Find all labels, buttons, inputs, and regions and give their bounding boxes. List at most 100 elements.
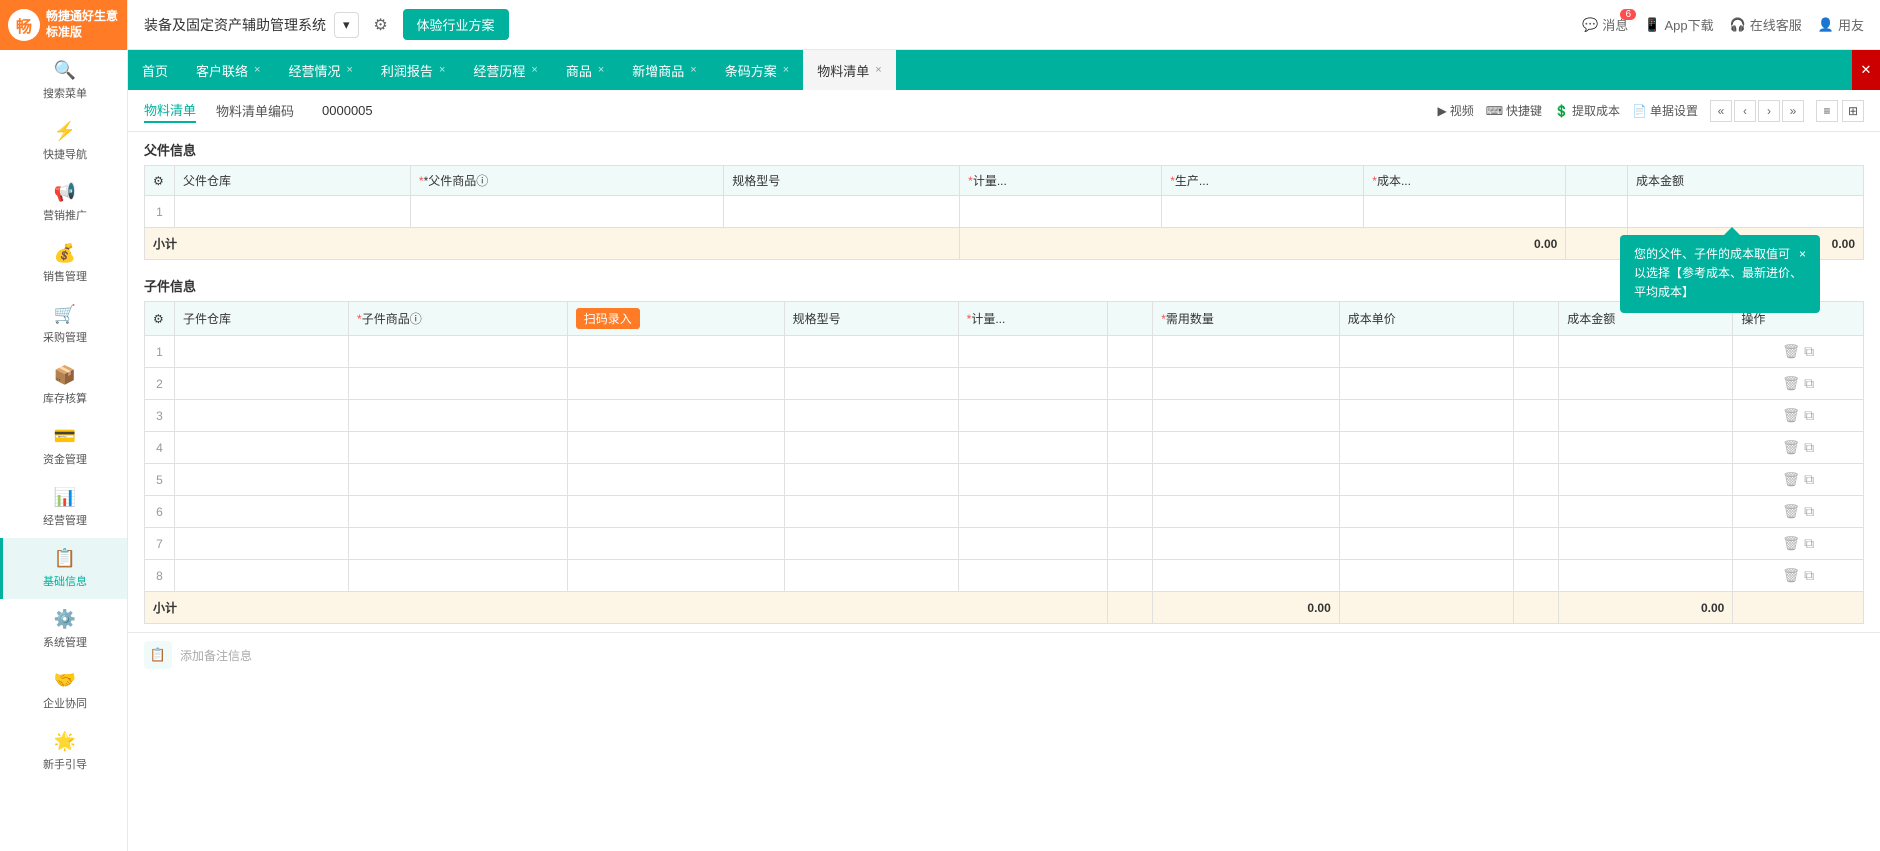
copy-icon-3[interactable]: ⧉ — [1804, 407, 1814, 424]
child-warehouse-7[interactable] — [175, 528, 349, 560]
sidebar-item-basic-info[interactable]: 📋 基础信息 — [0, 538, 127, 599]
parent-spec-1[interactable] — [724, 196, 960, 228]
message-button[interactable]: 💬 消息 6 — [1582, 15, 1628, 34]
child-spec-3[interactable] — [784, 400, 958, 432]
child-qty-unit-3[interactable] — [958, 400, 1107, 432]
user-button[interactable]: 👤 用友 — [1818, 15, 1864, 34]
extract-cost-button[interactable]: 💲 提取成本 — [1554, 102, 1620, 119]
child-spec-5[interactable] — [784, 464, 958, 496]
child-unit-cost-3[interactable] — [1339, 400, 1513, 432]
video-button[interactable]: ▶ 视频 — [1437, 102, 1473, 119]
child-unit-cost-7[interactable] — [1339, 528, 1513, 560]
sidebar-item-inventory[interactable]: 📦 库存核算 — [0, 355, 127, 416]
child-needed-qty-4[interactable] — [1153, 432, 1340, 464]
child-qty-unit-1[interactable] — [958, 336, 1107, 368]
parent-col-gear[interactable]: ⚙ — [145, 166, 175, 196]
child-unit-cost-4[interactable] — [1339, 432, 1513, 464]
tab-barcode[interactable]: 条码方案 × — [711, 50, 803, 90]
tab-products[interactable]: 商品 × — [552, 50, 618, 90]
child-warehouse-6[interactable] — [175, 496, 349, 528]
sidebar-item-operations[interactable]: 📊 经营管理 — [0, 477, 127, 538]
child-spec-7[interactable] — [784, 528, 958, 560]
delete-icon-3[interactable]: 🗑 — [1782, 407, 1800, 424]
child-spec-8[interactable] — [784, 560, 958, 592]
copy-icon-2[interactable]: ⧉ — [1804, 375, 1814, 392]
child-product-7[interactable] — [349, 528, 568, 560]
child-qty-unit-8[interactable] — [958, 560, 1107, 592]
child-warehouse-1[interactable] — [175, 336, 349, 368]
scan-button[interactable]: 扫码录入 — [576, 308, 640, 329]
child-qty-unit-4[interactable] — [958, 432, 1107, 464]
prev-button[interactable]: ‹ — [1734, 100, 1756, 122]
child-needed-qty-8[interactable] — [1153, 560, 1340, 592]
parent-qty-1[interactable] — [960, 196, 1162, 228]
sidebar-item-guide[interactable]: 🌟 新手引导 — [0, 721, 127, 782]
child-unit-cost-5[interactable] — [1339, 464, 1513, 496]
tab-history-close[interactable]: × — [531, 64, 537, 76]
child-qty-unit-7[interactable] — [958, 528, 1107, 560]
tab-new-product[interactable]: 新增商品 × — [618, 50, 710, 90]
child-needed-qty-5[interactable] — [1153, 464, 1340, 496]
tab-operations[interactable]: 经营情况 × — [274, 50, 366, 90]
sub-tab-bom[interactable]: 物料清单 — [144, 98, 196, 123]
delete-icon-4[interactable]: 🗑 — [1782, 439, 1800, 456]
copy-icon-8[interactable]: ⧉ — [1804, 567, 1814, 584]
child-product-2[interactable] — [349, 368, 568, 400]
tab-new-product-close[interactable]: × — [690, 64, 696, 76]
parent-warehouse-1[interactable] — [175, 196, 411, 228]
tab-history[interactable]: 经营历程 × — [459, 50, 551, 90]
sidebar-item-purchase[interactable]: 🛒 采购管理 — [0, 294, 127, 355]
copy-icon-4[interactable]: ⧉ — [1804, 439, 1814, 456]
child-needed-qty-3[interactable] — [1153, 400, 1340, 432]
sidebar-item-finance[interactable]: 💳 资金管理 — [0, 416, 127, 477]
tab-products-close[interactable]: × — [598, 64, 604, 76]
next-button[interactable]: › — [1758, 100, 1780, 122]
child-product-6[interactable] — [349, 496, 568, 528]
child-product-1[interactable] — [349, 336, 568, 368]
child-warehouse-8[interactable] — [175, 560, 349, 592]
bottom-icon-button[interactable]: 📋 — [144, 641, 172, 669]
tab-profit-close[interactable]: × — [439, 64, 445, 76]
parent-cost-1[interactable] — [1364, 196, 1566, 228]
tab-operations-close[interactable]: × — [346, 64, 352, 76]
child-col-scan[interactable]: 扫码录入 — [567, 302, 784, 336]
topbar-settings-icon[interactable]: ⚙ — [367, 11, 395, 39]
sidebar-item-system[interactable]: ⚙️ 系统管理 — [0, 599, 127, 660]
tab-bom[interactable]: 物料清单 × — [803, 50, 895, 90]
tab-close-all[interactable]: ✕ — [1852, 50, 1880, 90]
child-qty-unit-6[interactable] — [958, 496, 1107, 528]
child-unit-cost-2[interactable] — [1339, 368, 1513, 400]
child-warehouse-3[interactable] — [175, 400, 349, 432]
copy-icon-5[interactable]: ⧉ — [1804, 471, 1814, 488]
shortcut-button[interactable]: ⌨ 快捷键 — [1486, 102, 1542, 119]
tab-customer[interactable]: 客户联络 × — [182, 50, 274, 90]
child-col-gear[interactable]: ⚙ — [145, 302, 175, 336]
prev-prev-button[interactable]: « — [1710, 100, 1732, 122]
delete-icon-8[interactable]: 🗑 — [1782, 567, 1800, 584]
child-warehouse-2[interactable] — [175, 368, 349, 400]
delete-icon-1[interactable]: 🗑 — [1782, 343, 1800, 360]
grid-view-button[interactable]: ⊞ — [1842, 100, 1864, 122]
child-spec-2[interactable] — [784, 368, 958, 400]
child-warehouse-5[interactable] — [175, 464, 349, 496]
child-spec-4[interactable] — [784, 432, 958, 464]
topbar-system-select[interactable]: ▾ — [334, 12, 359, 38]
copy-icon-7[interactable]: ⧉ — [1804, 535, 1814, 552]
child-product-4[interactable] — [349, 432, 568, 464]
child-product-5[interactable] — [349, 464, 568, 496]
copy-icon-6[interactable]: ⧉ — [1804, 503, 1814, 520]
sub-tab-bom-code[interactable]: 物料清单编码 — [216, 99, 294, 122]
next-next-button[interactable]: » — [1782, 100, 1804, 122]
parent-prod-1[interactable] — [1162, 196, 1364, 228]
child-spec-1[interactable] — [784, 336, 958, 368]
tab-profit[interactable]: 利润报告 × — [367, 50, 459, 90]
tab-home[interactable]: 首页 — [128, 50, 182, 90]
sidebar-item-search[interactable]: 🔍 搜索菜单 — [0, 50, 127, 111]
child-product-3[interactable] — [349, 400, 568, 432]
child-qty-unit-2[interactable] — [958, 368, 1107, 400]
child-needed-qty-2[interactable] — [1153, 368, 1340, 400]
tooltip-close-icon[interactable]: × — [1799, 245, 1806, 264]
delete-icon-5[interactable]: 🗑 — [1782, 471, 1800, 488]
delete-icon-2[interactable]: 🗑 — [1782, 375, 1800, 392]
copy-icon-1[interactable]: ⧉ — [1804, 343, 1814, 360]
